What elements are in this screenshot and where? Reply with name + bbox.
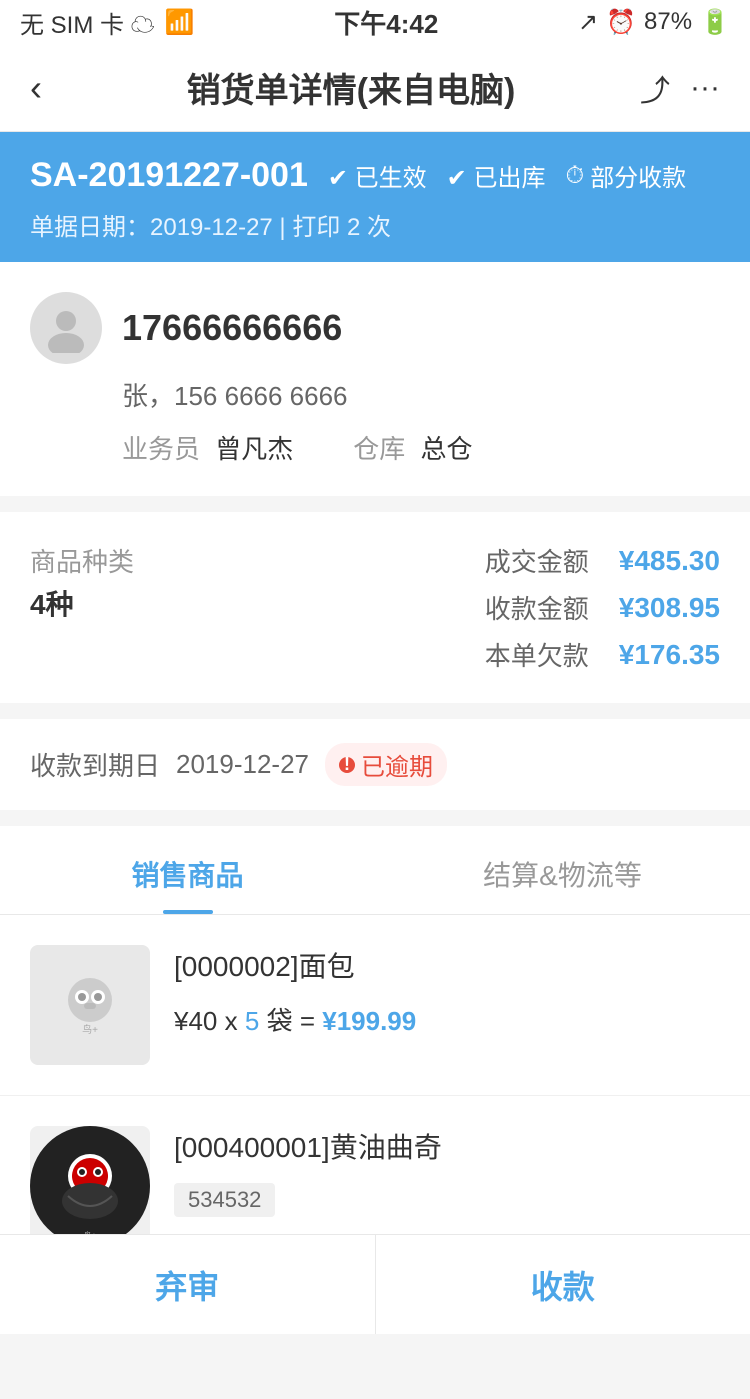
product-name-0: [0000002]面包 [174,945,720,985]
svg-text:鸟+: 鸟+ [82,1023,98,1036]
product-base-price-0: ¥40 [174,1006,217,1036]
warehouse-label: 仓库 [353,434,405,464]
badge-partial: ⏱ 部分收款 [565,158,686,193]
amount-value-0: ¥485.30 [619,545,720,577]
sim-status: 无 SIM 卡 ☁ [20,5,155,40]
order-id: SA-20191227-001 [30,156,308,195]
wifi-icon: 📶 [165,8,195,37]
product-sku-1: 534532 [174,1183,275,1217]
clock-icon: ⏱ [565,162,584,190]
amount-row-0: 成交金额 ¥485.30 [485,542,720,579]
cancel-button[interactable]: 弃审 [0,1235,376,1334]
customer-staff: 业务员 曾凡杰 仓库 总仓 [30,429,720,466]
nav-bar: ‹ 销货单详情(来自电脑) ⤴ ··· [0,44,750,132]
amount-label-0: 成交金额 [485,542,589,579]
status-bar: 无 SIM 卡 ☁ 📶 下午4:42 ↗ ⏰ 87% 🔋 [0,0,750,44]
product-unit-0: 袋 [267,1006,293,1036]
list-item: 鸟+ [0000002]面包 ¥40 x 5 袋 = ¥199.99 [0,915,750,1096]
location-icon: ↗ [578,8,598,37]
product-thumb-1: 鸟+ [30,1126,150,1246]
tab-products[interactable]: 销售商品 [0,826,375,914]
staff-value: 曾凡杰 [215,434,293,464]
due-label: 收款到期日 [30,746,160,783]
amount-row-2: 本单欠款 ¥176.35 [485,636,720,673]
product-qty-0: 5 [245,1006,259,1036]
due-section: 收款到期日 2019-12-27 ! 已逾期 [0,719,750,810]
type-count: 4种 [30,583,134,623]
overdue-badge: ! 已逾期 [325,743,447,786]
product-thumb-0: 鸟+ [30,945,150,1065]
customer-phone: 17666666666 [122,307,342,349]
summary-right: 成交金额 ¥485.30 收款金额 ¥308.95 本单欠款 ¥176.35 [485,542,720,673]
alarm-icon: ⏰ [606,8,636,37]
battery-text: 87% [644,8,692,36]
amount-label-1: 收款金额 [485,589,589,626]
customer-top: 17666666666 [30,292,720,364]
product-price-0: ¥40 x 5 袋 = ¥199.99 [174,1001,720,1038]
bottom-bar: 弃审 收款 [0,1234,750,1334]
status-left: 无 SIM 卡 ☁ 📶 [20,5,195,40]
order-meta: 单据日期：2019-12-27 | 打印 2 次 [30,207,720,242]
order-header: SA-20191227-001 ✔ 已生效 ✔ 已出库 ⏱ 部分收款 单据日期：… [0,132,750,262]
more-icon[interactable]: ··· [690,71,720,105]
nav-actions: ⤴ ··· [640,66,720,110]
overdue-text: 已逾期 [361,747,433,782]
badge-effective: ✔ 已生效 [328,158,427,193]
summary-left: 商品种类 4种 [30,542,134,673]
confirm-button[interactable]: 收款 [376,1235,750,1334]
summary-section: 商品种类 4种 成交金额 ¥485.30 收款金额 ¥308.95 本单欠款 ¥… [0,512,750,703]
tab-settlement[interactable]: 结算&物流等 [375,826,750,914]
staff-item: 业务员 曾凡杰 [122,429,293,466]
type-label: 商品种类 [30,542,134,579]
amount-value-1: ¥308.95 [619,592,720,624]
staff-label: 业务员 [122,434,200,464]
status-time: 下午4:42 [334,4,438,41]
warehouse-item: 仓库 总仓 [353,429,472,466]
product-thumb-placeholder-0: 鸟+ [30,945,150,1065]
back-button[interactable]: ‹ [30,67,42,109]
amount-label-2: 本单欠款 [485,636,589,673]
battery-icon: 🔋 [700,8,730,37]
warehouse-value: 总仓 [421,434,473,464]
due-date: 2019-12-27 [176,749,309,780]
overdue-dot-icon: ! [339,757,355,773]
product-total-0: ¥199.99 [322,1006,416,1036]
page-title: 销货单详情(来自电脑) [62,63,640,112]
tabs: 销售商品 结算&物流等 [0,826,750,915]
share-icon[interactable]: ⤴ [640,66,670,110]
product-name-1: [000400001]黄油曲奇 [174,1126,720,1166]
status-right: ↗ ⏰ 87% 🔋 [578,8,730,37]
customer-contact: 张，156 6666 6666 [30,376,720,413]
avatar [30,292,102,364]
order-header-top: SA-20191227-001 ✔ 已生效 ✔ 已出库 ⏱ 部分收款 [30,156,720,195]
badge-shipped: ✔ 已出库 [447,158,546,193]
amount-value-2: ¥176.35 [619,639,720,671]
product-info-0: [0000002]面包 ¥40 x 5 袋 = ¥199.99 [174,945,720,1038]
amount-row-1: 收款金额 ¥308.95 [485,589,720,626]
customer-section: 17666666666 张，156 6666 6666 业务员 曾凡杰 仓库 总… [0,262,750,496]
